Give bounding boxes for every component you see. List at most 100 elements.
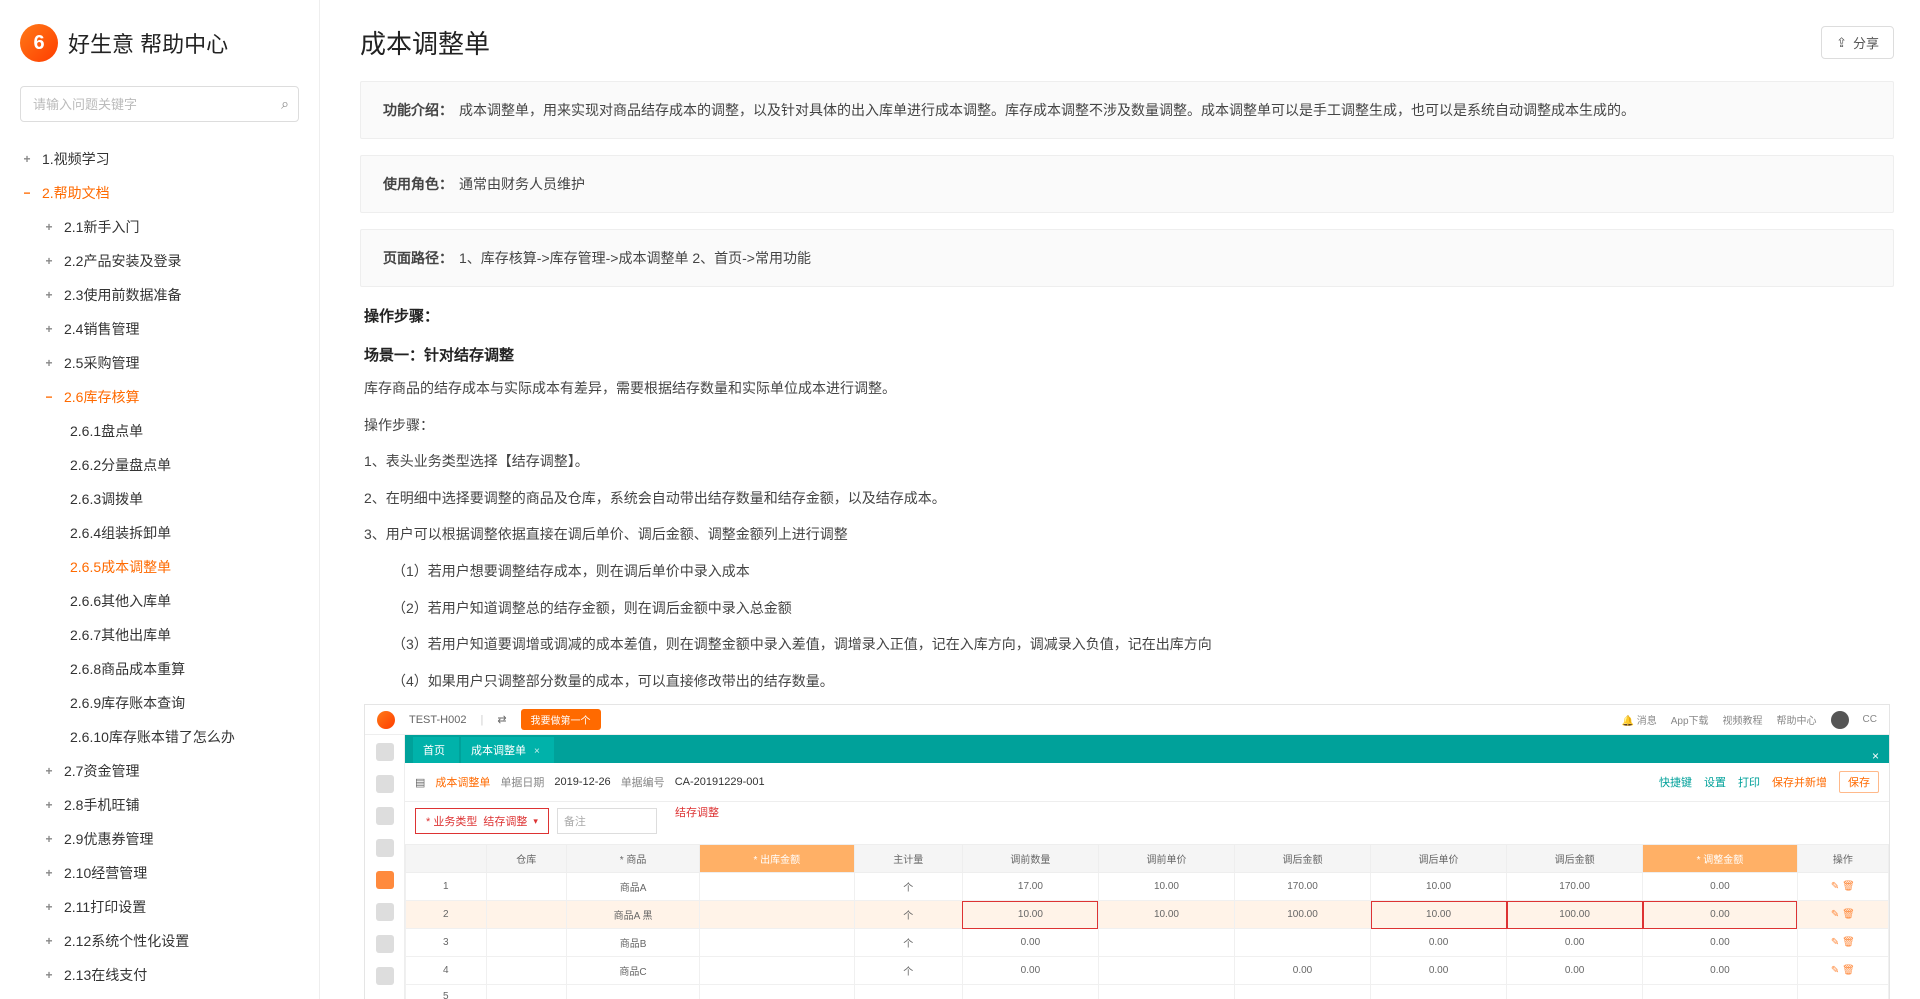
step-3c: （3）若用户知道要调增或调减的成本差值，则在调整金额中录入差值，调增录入正值，记…	[364, 631, 1890, 658]
mock-link[interactable]: 设置	[1704, 774, 1726, 790]
nav-item[interactable]: 2.8手机旺铺	[42, 788, 299, 822]
nav-item[interactable]: 2.10经营管理	[42, 856, 299, 890]
plus-icon	[42, 254, 56, 268]
nav-leaf[interactable]: 2.6.4组装拆卸单	[70, 516, 299, 550]
role-box: 使用角色：通常由财务人员维护	[360, 155, 1894, 213]
nav-item[interactable]: 2.12系统个性化设置	[42, 924, 299, 958]
nav-item[interactable]: 2.3使用前数据准备	[42, 278, 299, 312]
nav-label: 2.12系统个性化设置	[64, 924, 189, 958]
rail-icon[interactable]	[376, 967, 394, 985]
nav-item[interactable]: 2.9优惠券管理	[42, 822, 299, 856]
nav-item[interactable]: 2.13在线支付	[42, 958, 299, 992]
mock-link-app[interactable]: App下载	[1671, 712, 1709, 727]
mock-col-header: * 商品	[567, 845, 700, 873]
nav-item[interactable]: 2.7资金管理	[42, 754, 299, 788]
mock-pill[interactable]: 我要做第一个	[521, 709, 601, 730]
rail-icon[interactable]	[376, 775, 394, 793]
nav-item[interactable]: 2.6库存核算	[42, 380, 299, 414]
nav-leaf[interactable]: 2.6.5成本调整单	[70, 550, 299, 584]
nav-label: 2.3使用前数据准备	[64, 278, 181, 312]
mock-link[interactable]: 保存并新增	[1772, 774, 1827, 790]
table-row[interactable]: 5	[406, 985, 1889, 999]
step-3d: （4）如果用户只调整部分数量的成本，可以直接修改带出的结存数量。	[364, 668, 1890, 695]
nav-leaf[interactable]: 2.6.10库存账本错了怎么办	[70, 720, 299, 754]
mock-logo-icon	[377, 711, 395, 729]
page-title: 成本调整单	[360, 24, 490, 61]
nav-leaf[interactable]: 2.6.8商品成本重算	[70, 652, 299, 686]
nav-leaf[interactable]: 2.6.9库存账本查询	[70, 686, 299, 720]
rail-icon[interactable]	[376, 935, 394, 953]
nav-item[interactable]: 2.5采购管理	[42, 346, 299, 380]
bell-icon: 🔔	[1622, 716, 1634, 727]
mock-col-header: 调前单价	[1098, 845, 1234, 873]
nav-item[interactable]: 2.4销售管理	[42, 312, 299, 346]
share-button[interactable]: ⇪ 分享	[1821, 26, 1894, 59]
plus-icon	[42, 798, 56, 812]
brand-logo-icon: 6	[20, 24, 58, 62]
scene-heading: 场景一：针对结存调整	[364, 344, 1890, 365]
mock-save-button[interactable]: 保存	[1839, 771, 1879, 793]
nav-item-help-docs[interactable]: 2.帮助文档	[20, 176, 299, 210]
nav-leaf[interactable]: 2.6.1盘点单	[70, 414, 299, 448]
close-all-icon[interactable]: ×	[1862, 749, 1889, 763]
nav-label: 2.帮助文档	[42, 176, 110, 210]
mock-link[interactable]: 打印	[1738, 774, 1760, 790]
intro-box: 功能介绍：成本调整单，用来实现对商品结存成本的调整，以及针对具体的出入库单进行成…	[360, 81, 1894, 139]
plus-icon	[42, 220, 56, 234]
step-2: 2、在明细中选择要调整的商品及仓库，系统会自动带出结存数量和结存金额，以及结存成…	[364, 485, 1890, 512]
mock-link-help[interactable]: 帮助中心	[1777, 712, 1817, 727]
mock-link-video[interactable]: 视频教程	[1723, 712, 1763, 727]
rail-icon[interactable]	[376, 743, 394, 761]
search-wrap: ⌕	[20, 86, 299, 122]
rail-icon[interactable]	[376, 903, 394, 921]
close-icon[interactable]: ×	[534, 746, 540, 757]
nav-label: 2.1新手入门	[64, 210, 139, 244]
mock-tab-current[interactable]: 成本调整单×	[461, 737, 554, 763]
sidebar: 6 好生意 帮助中心 ⌕ 1.视频学习 2.帮助文档 2.1新手入门2.2产品安…	[0, 0, 320, 999]
role-text: 通常由财务人员维护	[459, 176, 585, 192]
scene-desc: 库存商品的结存成本与实际成本有差异，需要根据结存数量和实际单位成本进行调整。	[364, 375, 1890, 402]
mock-toolbar: ▤ 成本调整单 单据日期 2019-12-26 单据编号 CA-20191229…	[405, 763, 1889, 802]
nav-leaf[interactable]: 2.6.2分量盘点单	[70, 448, 299, 482]
search-input[interactable]	[20, 86, 299, 122]
nav-label: 2.14常见问题	[64, 992, 147, 999]
avatar-icon[interactable]	[1831, 711, 1849, 729]
mock-link-msg[interactable]: 🔔 消息	[1622, 712, 1657, 727]
path-text: 1、库存核算->库存管理->成本调整单 2、首页->常用功能	[459, 250, 811, 266]
table-row[interactable]: 4商品C个0.000.000.000.000.00✎ 🗑	[406, 957, 1889, 985]
mock-col-header: 操作	[1797, 845, 1888, 873]
table-row[interactable]: 3商品B个0.000.000.000.00✎ 🗑	[406, 929, 1889, 957]
mock-col-header: 调后单价	[1371, 845, 1507, 873]
nav-leaf[interactable]: 2.6.6其他入库单	[70, 584, 299, 618]
mock-link[interactable]: 快捷键	[1659, 774, 1692, 790]
mock-biztype-note: 结存调整	[675, 804, 719, 820]
step-1: 1、表头业务类型选择【结存调整】。	[364, 448, 1890, 475]
mock-col-header: 仓库	[486, 845, 567, 873]
rail-icon[interactable]	[376, 807, 394, 825]
share-label: 分享	[1853, 33, 1879, 52]
main: 成本调整单 ⇪ 分享 功能介绍：成本调整单，用来实现对商品结存成本的调整，以及针…	[320, 0, 1920, 999]
mock-content: 首页 成本调整单× × ▤ 成本调整单 单据日期 2019-12-26 单据编号…	[405, 735, 1889, 999]
nav-item[interactable]: 2.11打印设置	[42, 890, 299, 924]
plus-icon	[42, 356, 56, 370]
mock-remark-input[interactable]: 备注	[557, 808, 657, 834]
plus-icon	[42, 288, 56, 302]
mock-crumb: 成本调整单	[435, 774, 490, 790]
rail-icon-active[interactable]	[376, 871, 394, 889]
nav-item[interactable]: 2.2产品安装及登录	[42, 244, 299, 278]
nav-item-video[interactable]: 1.视频学习	[20, 142, 299, 176]
search-icon[interactable]: ⌕	[281, 96, 289, 113]
mock-tab-home[interactable]: 首页	[413, 737, 459, 763]
path-label: 页面路径：	[383, 250, 453, 266]
nav-item[interactable]: 2.1新手入门	[42, 210, 299, 244]
nav-item[interactable]: 2.14常见问题	[42, 992, 299, 999]
collapse-icon[interactable]: ▤	[415, 776, 425, 789]
content-block: 操作步骤： 场景一：针对结存调整 库存商品的结存成本与实际成本有差异，需要根据结…	[360, 305, 1894, 999]
nav-leaf[interactable]: 2.6.7其他出库单	[70, 618, 299, 652]
rail-icon[interactable]	[376, 839, 394, 857]
nav-leaf[interactable]: 2.6.3调拨单	[70, 482, 299, 516]
chevron-down-icon: ▾	[533, 816, 538, 827]
table-row[interactable]: 1商品A个17.0010.00170.0010.00170.000.00✎ 🗑	[406, 873, 1889, 901]
mock-biztype-select[interactable]: * 业务类型 结存调整 ▾	[415, 808, 549, 834]
table-row[interactable]: 2商品A 黑个10.0010.00100.0010.00100.000.00✎ …	[406, 901, 1889, 929]
